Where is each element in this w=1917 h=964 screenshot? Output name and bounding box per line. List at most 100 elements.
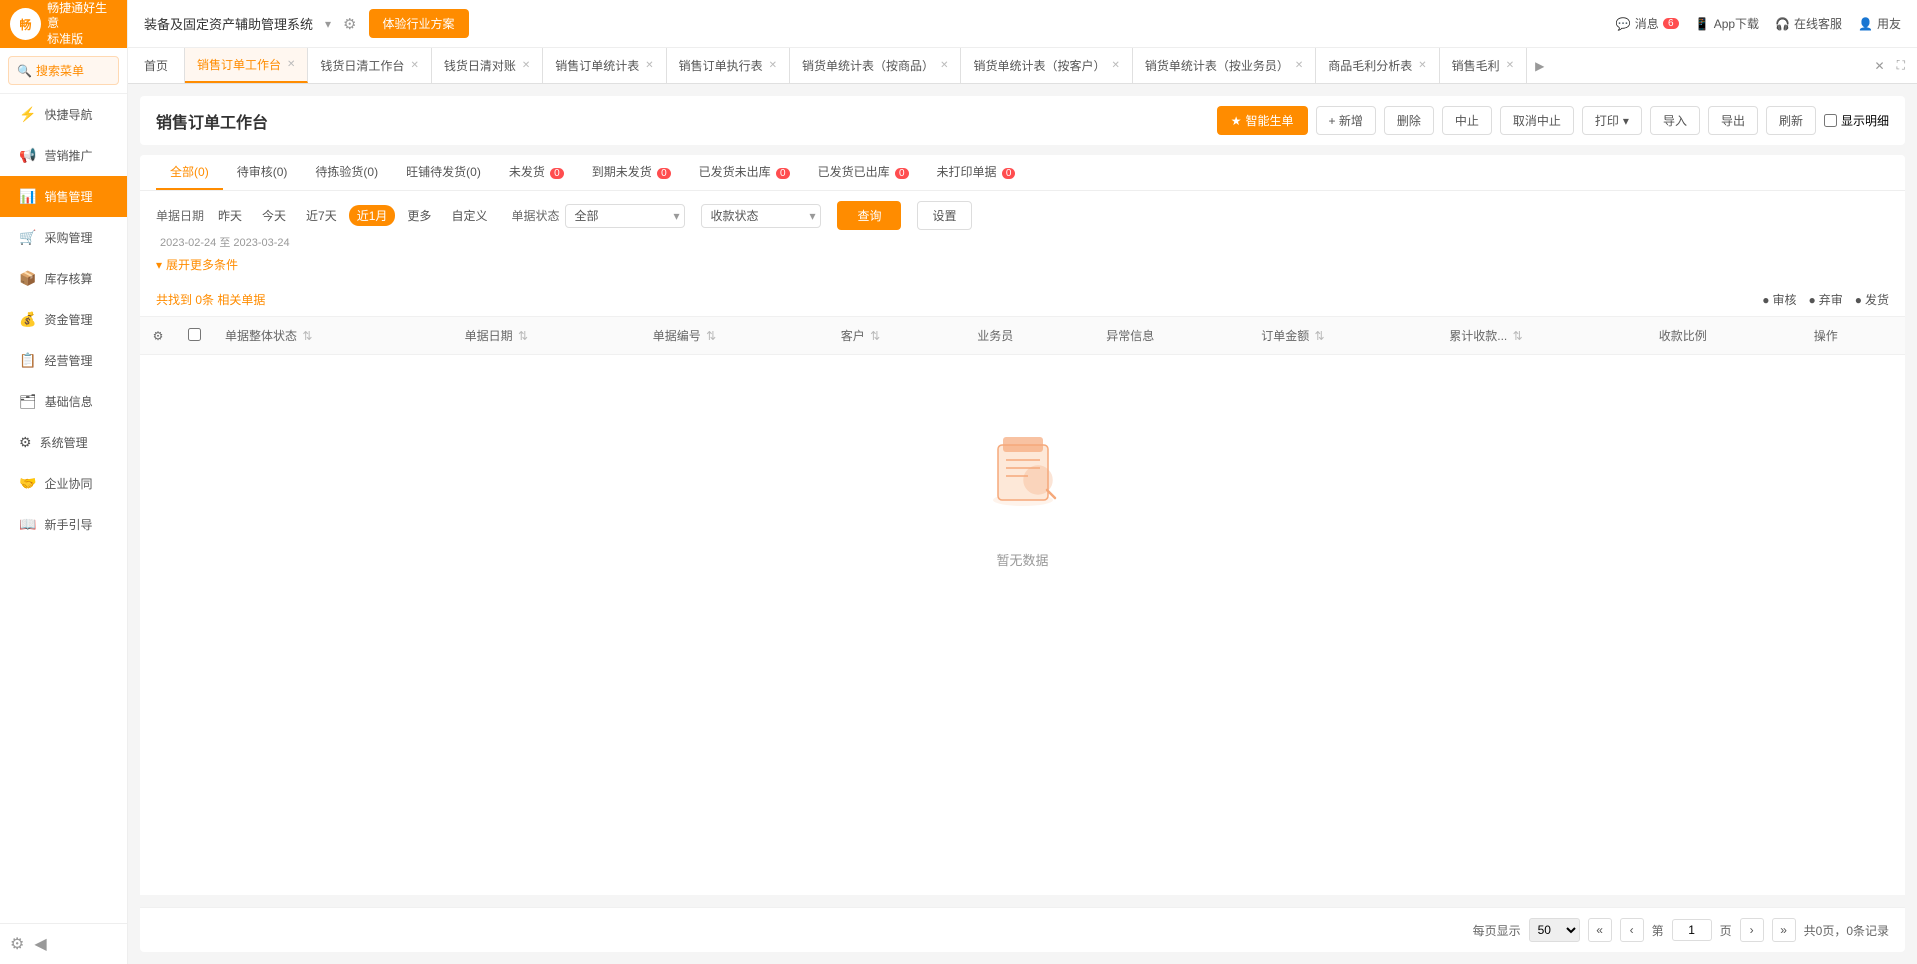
date-opt-1month[interactable]: 近1月 [349,205,396,226]
tab-close-sales-by-staff[interactable]: ✕ [1295,60,1303,71]
sidebar-item-purchase[interactable]: 🛒 采购管理 [0,217,127,258]
sort-amount-icon[interactable]: ⇅ [1315,329,1325,343]
tab-product-margin[interactable]: 商品毛利分析表 ✕ [1316,48,1439,83]
expand-filter-button[interactable]: ▾ 展开更多条件 [156,256,1889,273]
collapse-sidebar-button[interactable]: ◀ [34,934,46,954]
sidebar-item-base-info[interactable]: 🗂 基础信息 [0,381,127,422]
select-all-checkbox[interactable] [188,328,201,341]
sub-tab-pending-review[interactable]: 待审核(0) [223,155,302,190]
tab-close-sales-by-customer[interactable]: ✕ [1111,60,1119,71]
query-button[interactable]: 查询 [837,201,901,230]
tabbar-fullscreen[interactable]: ⛶ [1893,56,1909,75]
sub-tab-pending-check[interactable]: 待拣验货(0) [301,155,392,190]
refresh-button[interactable]: 刷新 [1766,106,1816,135]
topbar-gear-icon[interactable]: ⚙ [343,15,356,33]
sidebar-item-system[interactable]: ⚙ 系统管理 [0,422,127,463]
tab-sales-workbench[interactable]: 销售订单工作台 ✕ [185,48,308,83]
search-menu-button[interactable]: 🔍 搜索菜单 [8,56,119,85]
date-opt-more[interactable]: 更多 [399,205,439,226]
tab-close-cash-daily[interactable]: ✕ [410,60,418,71]
tab-close-product-margin[interactable]: ✕ [1418,60,1426,71]
sidebar-item-inventory[interactable]: 📦 库存核算 [0,258,127,299]
tab-cash-daily[interactable]: 钱货日清工作台 ✕ [308,48,431,83]
un-review-action[interactable]: ● 弃审 [1808,291,1842,308]
industry-solution-button[interactable]: 体验行业方案 [369,9,469,38]
sidebar-item-finance[interactable]: 💰 资金管理 [0,299,127,340]
tab-close-sales-by-product[interactable]: ✕ [940,60,948,71]
tab-home[interactable]: 首页 [128,48,185,83]
sub-tab-not-printed[interactable]: 未打印单据 0 [923,155,1030,190]
page-number-input[interactable] [1672,919,1712,941]
sub-tab-not-shipped[interactable]: 未发货 0 [495,155,578,190]
per-page-select[interactable]: 50 10 20 100 [1529,918,1580,942]
show-detail-checkbox[interactable]: 显示明细 [1824,112,1889,129]
prev-page-button[interactable]: ‹ [1620,918,1644,942]
review-action[interactable]: ● 审核 [1762,291,1796,308]
cancel-stop-button[interactable]: 取消中止 [1500,106,1574,135]
tab-sales-stats[interactable]: 销售订单统计表 ✕ [543,48,666,83]
sort-status-icon[interactable]: ⇅ [302,329,312,343]
payment-select[interactable]: 收款状态 [701,204,821,228]
tab-close-sales-exec[interactable]: ✕ [769,60,777,71]
sort-date-icon[interactable]: ⇅ [518,329,528,343]
sidebar-item-marketing[interactable]: 📢 营销推广 [0,135,127,176]
tabbar-close-others[interactable]: ✕ [1871,57,1889,75]
tab-close-cash-reconcile[interactable]: ✕ [522,60,530,71]
next-page-button[interactable]: › [1740,918,1764,942]
sidebar-item-operations[interactable]: 📋 经营管理 [0,340,127,381]
import-button[interactable]: 导入 [1650,106,1700,135]
sidebar-item-sales[interactable]: 📊 销售管理 [0,176,127,217]
tab-sales-exec[interactable]: 销售订单执行表 ✕ [667,48,790,83]
date-opt-custom[interactable]: 自定义 [443,205,495,226]
settings-bottom-button[interactable]: ⚙ [10,934,24,954]
sort-customer-icon[interactable]: ⇅ [870,329,880,343]
sidebar-item-quick-nav[interactable]: ⚡ 快捷导航 [0,94,127,135]
status-select[interactable]: 全部 [565,204,685,228]
export-button[interactable]: 导出 [1708,106,1758,135]
stop-button[interactable]: 中止 [1442,106,1492,135]
sub-tab-all[interactable]: 全部(0) [156,155,223,190]
flash-icon: ⚡ [19,106,36,123]
horizontal-scrollbar[interactable] [140,895,1905,907]
settings-column-icon[interactable]: ⚙ [153,329,164,343]
tab-close-sales-stats[interactable]: ✕ [645,60,653,71]
table-meta-actions: ● 审核 ● 弃审 ● 发货 [1762,291,1889,308]
sidebar-item-enterprise[interactable]: 🤝 企业协同 [0,463,127,504]
first-page-button[interactable]: « [1588,918,1612,942]
smart-order-button[interactable]: ★ 智能生单 [1217,106,1308,135]
tab-sales-by-product[interactable]: 销货单统计表（按商品） ✕ [790,48,961,83]
online-service-button[interactable]: 🎧 在线客服 [1775,15,1842,32]
sort-number-icon[interactable]: ⇅ [706,329,716,343]
sub-tab-overdue-not-shipped[interactable]: 到期未发货 0 [578,155,685,190]
logo-text: 畅捷通好生意 标准版 [47,1,117,48]
delete-button[interactable]: 删除 [1384,106,1434,135]
sub-tab-shipped-not-warehouse[interactable]: 已发货未出库 0 [685,155,804,190]
page-title: 销售订单工作台 [156,109,268,133]
date-opt-today[interactable]: 今天 [254,205,294,226]
tab-more-button[interactable]: ▶ [1527,59,1552,73]
add-button[interactable]: + 新增 [1316,106,1376,135]
date-opt-7days[interactable]: 近7天 [298,205,345,226]
sidebar-item-guide[interactable]: 📖 新手引导 [0,504,127,545]
tab-sales-by-staff[interactable]: 销货单统计表（按业务员） ✕ [1133,48,1316,83]
last-page-button[interactable]: » [1772,918,1796,942]
gear-icon: ⚙ [19,434,32,451]
ship-action[interactable]: ● 发货 [1855,291,1889,308]
tab-close-sales-workbench[interactable]: ✕ [287,59,295,70]
user-menu[interactable]: 👤 用友 [1858,15,1901,32]
show-detail-input[interactable] [1824,114,1837,127]
app-download-button[interactable]: 📱 App下载 [1695,15,1759,32]
tab-sales-profit[interactable]: 销售毛利 ✕ [1440,48,1527,83]
message-button[interactable]: 💬 消息 6 [1616,15,1679,32]
sub-tab-wangpu[interactable]: 旺铺待发货(0) [392,155,495,190]
set-button[interactable]: 设置 [917,201,971,230]
th-amount: 订单金额 ⇅ [1249,317,1437,355]
print-button[interactable]: 打印 ▾ [1582,106,1642,135]
date-opt-yesterday[interactable]: 昨天 [210,205,250,226]
tab-sales-by-customer[interactable]: 销货单统计表（按客户） ✕ [961,48,1132,83]
topbar-dropdown-icon[interactable]: ▾ [325,17,331,31]
tab-cash-reconcile[interactable]: 钱货日清对账 ✕ [432,48,543,83]
sort-collected-icon[interactable]: ⇅ [1513,329,1523,343]
tab-close-sales-profit[interactable]: ✕ [1506,60,1514,71]
sub-tab-shipped-out-warehouse[interactable]: 已发货已出库 0 [804,155,923,190]
